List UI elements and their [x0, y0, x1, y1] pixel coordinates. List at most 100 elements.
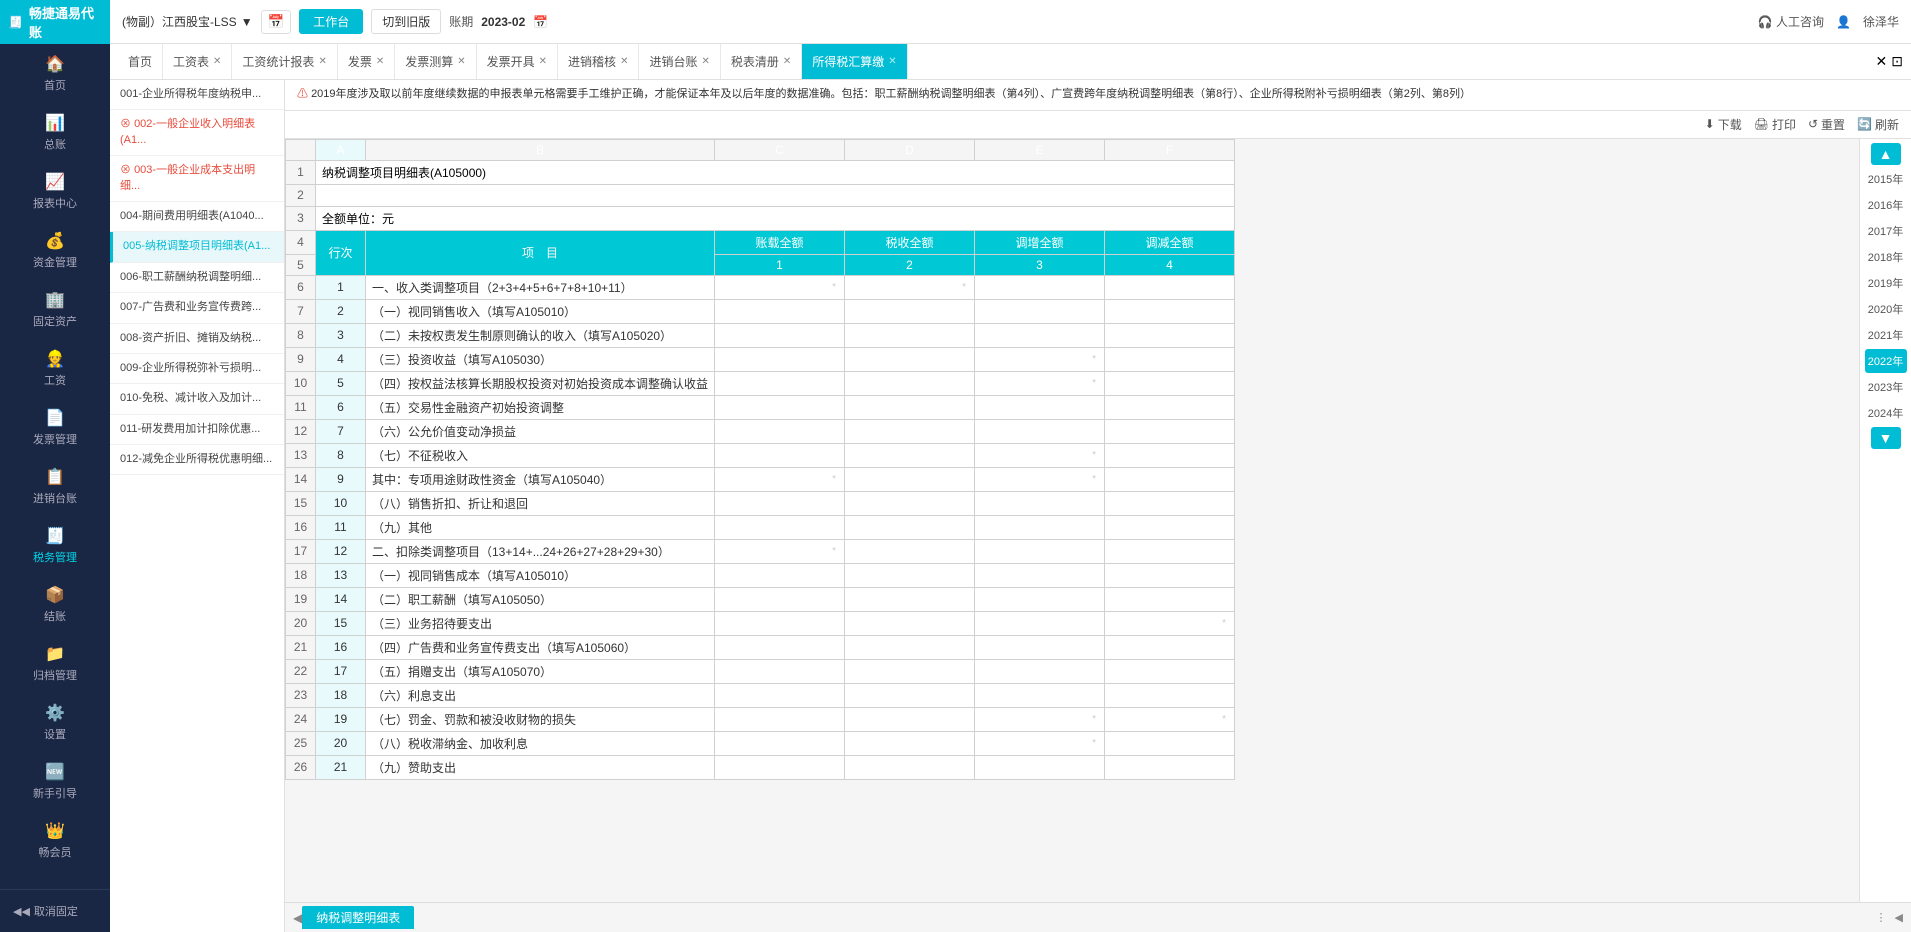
- value-cell[interactable]: [845, 563, 975, 587]
- value-cell[interactable]: *: [715, 539, 845, 563]
- value-cell[interactable]: [715, 323, 845, 347]
- value-cell[interactable]: *: [975, 707, 1105, 731]
- value-cell[interactable]: [1105, 299, 1235, 323]
- value-cell[interactable]: [845, 347, 975, 371]
- year-button[interactable]: 2022年: [1865, 349, 1907, 373]
- value-cell[interactable]: [715, 515, 845, 539]
- value-cell[interactable]: *: [715, 275, 845, 299]
- tab-发票[interactable]: 发票✕: [338, 44, 395, 80]
- value-cell[interactable]: [715, 371, 845, 395]
- calendar-icon-small[interactable]: 📅: [533, 15, 548, 29]
- value-cell[interactable]: [975, 611, 1105, 635]
- value-cell[interactable]: [975, 419, 1105, 443]
- tab-close-icon[interactable]: ✕: [701, 56, 709, 67]
- value-cell[interactable]: *: [975, 347, 1105, 371]
- tab-所得税汇算缴[interactable]: 所得税汇算缴✕: [802, 44, 907, 80]
- support-button[interactable]: 🎧 人工咨询: [1758, 13, 1824, 30]
- year-button[interactable]: 2017年: [1865, 219, 1907, 243]
- value-cell[interactable]: [975, 491, 1105, 515]
- value-cell[interactable]: *: [1105, 707, 1235, 731]
- value-cell[interactable]: [1105, 635, 1235, 659]
- scroll-left-icon[interactable]: ◀: [293, 911, 302, 925]
- value-cell[interactable]: [975, 563, 1105, 587]
- doc-list-item[interactable]: 011-研发费用加计扣除优惠...: [110, 415, 284, 445]
- tab-close-icon[interactable]: ✕: [888, 56, 896, 67]
- value-cell[interactable]: [845, 755, 975, 779]
- value-cell[interactable]: *: [845, 275, 975, 299]
- sidebar-item-工资[interactable]: 👷工资: [0, 339, 110, 398]
- year-button[interactable]: 2021年: [1865, 323, 1907, 347]
- value-cell[interactable]: [715, 395, 845, 419]
- value-cell[interactable]: [715, 659, 845, 683]
- doc-list-item[interactable]: 007-广告费和业务宣传费跨...: [110, 293, 284, 323]
- value-cell[interactable]: [845, 395, 975, 419]
- value-cell[interactable]: [1105, 587, 1235, 611]
- value-cell[interactable]: [975, 635, 1105, 659]
- value-cell[interactable]: [845, 731, 975, 755]
- value-cell[interactable]: [715, 491, 845, 515]
- doc-list-item[interactable]: ⊗ 002-一般企业收入明细表(A1...: [110, 110, 284, 156]
- company-selector[interactable]: (物副）江西股宝-LSS ▼: [122, 13, 253, 30]
- calendar-button[interactable]: 📅: [261, 10, 292, 34]
- value-cell[interactable]: [975, 299, 1105, 323]
- doc-list-item[interactable]: 004-期间费用明细表(A1040...: [110, 202, 284, 232]
- value-cell[interactable]: [715, 731, 845, 755]
- value-cell[interactable]: [715, 755, 845, 779]
- value-cell[interactable]: [1105, 539, 1235, 563]
- value-cell[interactable]: [975, 659, 1105, 683]
- download-button[interactable]: ⬇ 下载: [1705, 116, 1742, 133]
- sidebar-item-进销台账[interactable]: 📋进销台账: [0, 457, 110, 516]
- value-cell[interactable]: [715, 707, 845, 731]
- tab-close-icon[interactable]: ✕: [457, 56, 465, 67]
- tab-close-icon[interactable]: ✕: [376, 56, 384, 67]
- spreadsheet-scroll[interactable]: A B C D E F 1纳税调整项目明细表(A105000)23全额单位：元 …: [285, 139, 1859, 902]
- doc-list-item[interactable]: 010-免税、减计收入及加计...: [110, 384, 284, 414]
- value-cell[interactable]: [845, 419, 975, 443]
- value-cell[interactable]: [845, 443, 975, 467]
- year-button[interactable]: 2020年: [1865, 297, 1907, 321]
- value-cell[interactable]: [845, 299, 975, 323]
- tab-close-icon[interactable]: ✕: [783, 56, 791, 67]
- value-cell[interactable]: [845, 683, 975, 707]
- tab-工资统计报表[interactable]: 工资统计报表✕: [232, 44, 337, 80]
- sidebar-item-畅会员[interactable]: 👑畅会员: [0, 811, 110, 870]
- value-cell[interactable]: *: [975, 731, 1105, 755]
- doc-list-item[interactable]: 001-企业所得税年度纳税申...: [110, 80, 284, 110]
- tab-发票开具[interactable]: 发票开具✕: [477, 44, 558, 80]
- close-tab-button[interactable]: ✕: [1876, 53, 1888, 70]
- sidebar-item-结账[interactable]: 📦结账: [0, 575, 110, 634]
- scroll-right-icon[interactable]: ⋮: [1876, 911, 1887, 924]
- tab-close-icon[interactable]: ✕: [318, 56, 326, 67]
- value-cell[interactable]: [715, 635, 845, 659]
- horizontal-scroll-left[interactable]: ◀: [1895, 911, 1903, 924]
- value-cell[interactable]: [1105, 467, 1235, 491]
- value-cell[interactable]: [845, 707, 975, 731]
- value-cell[interactable]: [975, 395, 1105, 419]
- value-cell[interactable]: *: [975, 443, 1105, 467]
- value-cell[interactable]: [1105, 371, 1235, 395]
- value-cell[interactable]: [975, 587, 1105, 611]
- value-cell[interactable]: [845, 659, 975, 683]
- value-cell[interactable]: [845, 515, 975, 539]
- value-cell[interactable]: [715, 611, 845, 635]
- value-cell[interactable]: [1105, 395, 1235, 419]
- sidebar-item-税务管理[interactable]: 🧾税务管理: [0, 516, 110, 575]
- value-cell[interactable]: [845, 467, 975, 491]
- value-cell[interactable]: [1105, 659, 1235, 683]
- tab-close-icon[interactable]: ✕: [620, 56, 628, 67]
- value-cell[interactable]: [845, 539, 975, 563]
- year-button[interactable]: 2023年: [1865, 375, 1907, 399]
- value-cell[interactable]: [1105, 347, 1235, 371]
- value-cell[interactable]: [1105, 491, 1235, 515]
- value-cell[interactable]: *: [975, 467, 1105, 491]
- doc-list-item[interactable]: 008-资产折旧、摊销及纳税...: [110, 324, 284, 354]
- doc-list-item[interactable]: 006-职工薪酬纳税调整明细...: [110, 263, 284, 293]
- value-cell[interactable]: [1105, 419, 1235, 443]
- value-cell[interactable]: [845, 371, 975, 395]
- sidebar-item-总账[interactable]: 📊总账: [0, 103, 110, 162]
- value-cell[interactable]: [975, 755, 1105, 779]
- value-cell[interactable]: [975, 515, 1105, 539]
- value-cell[interactable]: *: [1105, 611, 1235, 635]
- tab-进销稽核[interactable]: 进销稽核✕: [558, 44, 639, 80]
- value-cell[interactable]: [715, 347, 845, 371]
